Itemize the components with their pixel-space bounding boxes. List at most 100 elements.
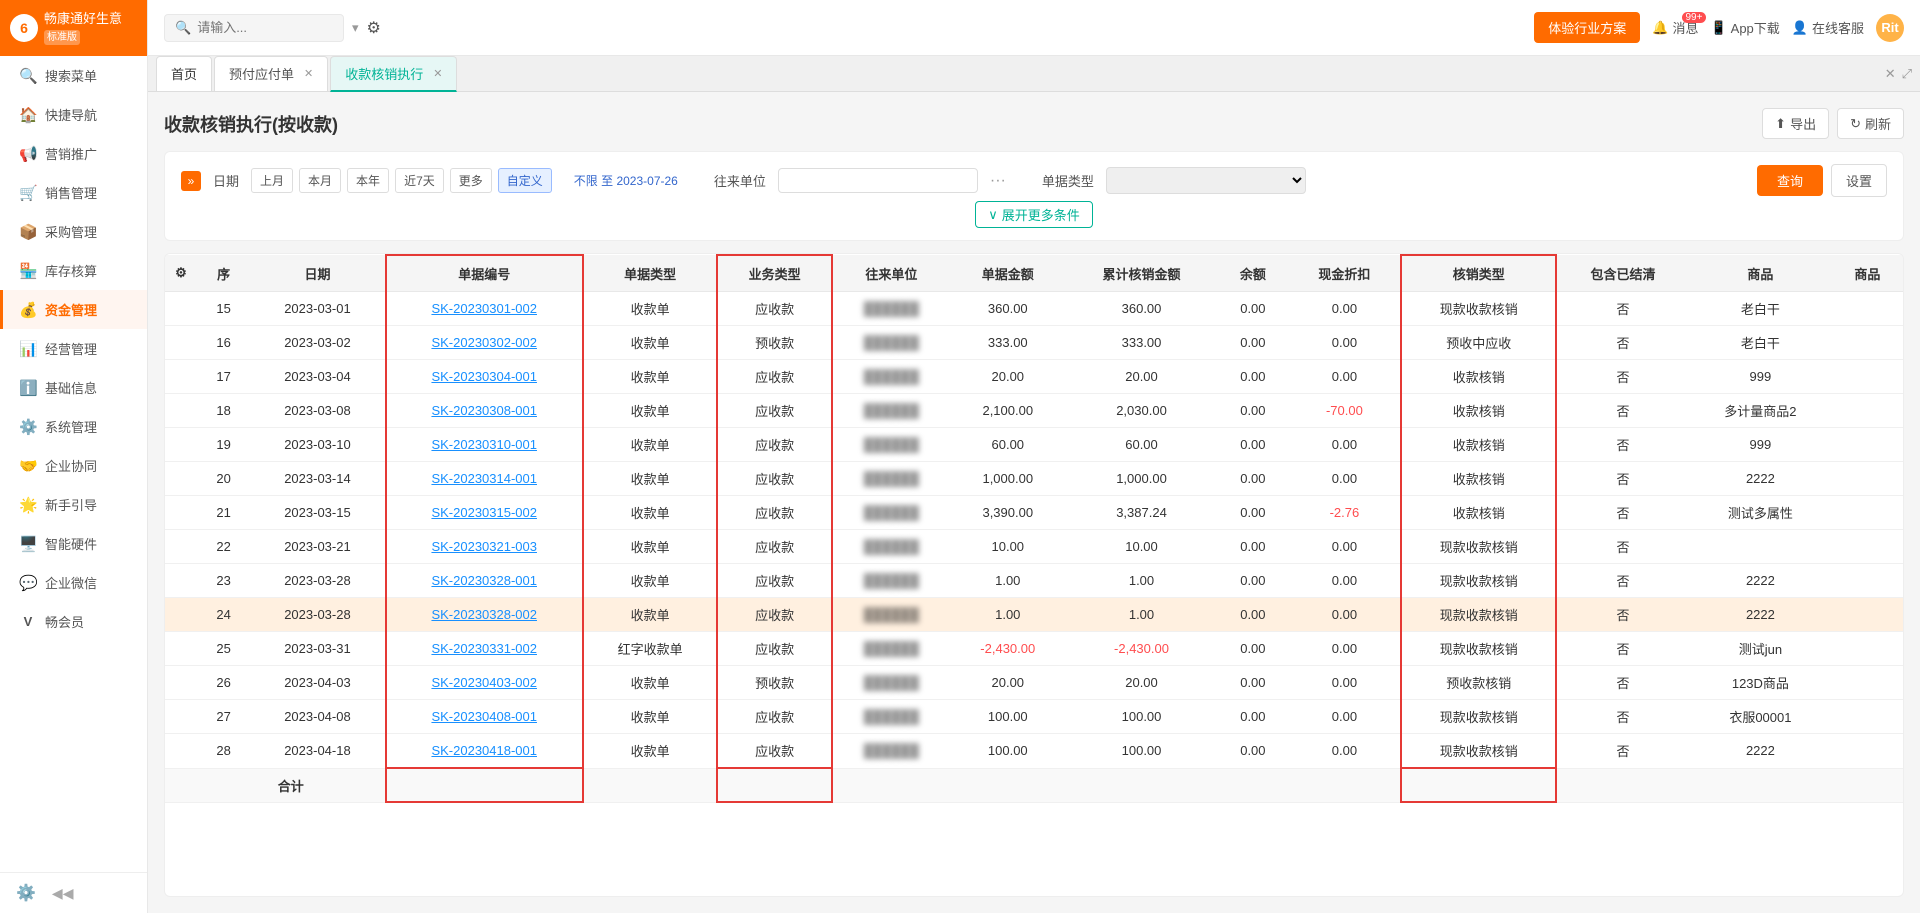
online-service-item[interactable]: 👤 在线客服 — [1792, 18, 1864, 37]
col-settings[interactable]: ⚙ — [165, 255, 197, 292]
sidebar-item-finance[interactable]: 💰 资金管理 — [0, 290, 147, 329]
chevron-down-icon: ∨ — [988, 207, 998, 223]
sidebar-item-guide[interactable]: 🌟 新手引导 — [0, 485, 147, 524]
table-row: 19 2023-03-10 SK-20230310-001 收款单 应收款 ██… — [165, 428, 1903, 462]
sidebar-item-label: 库存核算 — [45, 261, 97, 280]
doc-no-link[interactable]: SK-20230418-001 — [431, 743, 537, 758]
logo-badge: 标准版 — [44, 30, 80, 45]
table-row: 17 2023-03-04 SK-20230304-001 收款单 应收款 ██… — [165, 360, 1903, 394]
sidebar-item-sales[interactable]: 🛒 销售管理 — [0, 173, 147, 212]
this-year-btn[interactable]: 本年 — [347, 168, 389, 193]
hardware-icon: 🖥️ — [19, 535, 37, 553]
tab-prepay-close[interactable]: ✕ — [304, 67, 313, 80]
search-input[interactable] — [197, 20, 317, 35]
doc-no-link[interactable]: SK-20230331-002 — [431, 641, 537, 656]
notification-item[interactable]: 🔔 消息 99+ — [1652, 18, 1698, 37]
doc-no-link[interactable]: SK-20230328-001 — [431, 573, 537, 588]
doc-no-link[interactable]: SK-20230310-001 — [431, 437, 537, 452]
sidebar-item-operations[interactable]: 📊 经营管理 — [0, 329, 147, 368]
doc-no-link[interactable]: SK-20230302-002 — [431, 335, 537, 350]
sidebar-item-vip[interactable]: V 畅会员 — [0, 602, 147, 641]
tab-home[interactable]: 首页 — [156, 56, 212, 92]
sidebar-item-search[interactable]: 🔍 搜索菜单 — [0, 56, 147, 95]
doc-no-link[interactable]: SK-20230304-001 — [431, 369, 537, 384]
col-amount: 单据金额 — [950, 255, 1066, 292]
refresh-icon: ↻ — [1850, 116, 1861, 132]
app-download-item[interactable]: 📱 App下载 — [1710, 18, 1779, 37]
refresh-button[interactable]: ↻ 刷新 — [1837, 108, 1904, 139]
tab-prepay[interactable]: 预付应付单 ✕ — [214, 56, 328, 92]
doc-no-link[interactable]: SK-20230308-001 — [431, 403, 537, 418]
sidebar-item-label: 新手引导 — [45, 495, 97, 514]
expand-more-btn[interactable]: ∨ 展开更多条件 — [975, 201, 1093, 228]
sidebar-item-enterprise[interactable]: 🤝 企业协同 — [0, 446, 147, 485]
sidebar-item-label: 快捷导航 — [45, 105, 97, 124]
collapse-icon[interactable]: ◀◀ — [52, 885, 74, 902]
sales-icon: 🛒 — [19, 184, 37, 202]
sidebar-item-purchase[interactable]: 📦 采购管理 — [0, 212, 147, 251]
doc-no-link[interactable]: SK-20230314-001 — [431, 471, 537, 486]
tab-collection-close[interactable]: ✕ — [433, 67, 442, 80]
system-icon: ⚙️ — [19, 418, 37, 436]
doc-type-select[interactable]: 收款单 红字收款单 — [1106, 167, 1306, 194]
table-settings-icon[interactable]: ⚙ — [175, 265, 187, 280]
sidebar-item-system[interactable]: ⚙️ 系统管理 — [0, 407, 147, 446]
sidebar-item-hardware[interactable]: 🖥️ 智能硬件 — [0, 524, 147, 563]
query-button[interactable]: 查询 — [1757, 165, 1823, 196]
user-avatar[interactable]: Rit — [1876, 14, 1904, 42]
notification-badge: 99+ — [1682, 12, 1707, 23]
table-row: 22 2023-03-21 SK-20230321-003 收款单 应收款 ██… — [165, 530, 1903, 564]
dropdown-arrow-icon[interactable]: ▾ — [352, 20, 359, 36]
more-btn[interactable]: 更多 — [450, 168, 492, 193]
partner-dots[interactable]: ··· — [990, 172, 1006, 190]
col-balance: 余额 — [1217, 255, 1288, 292]
close-win-icon[interactable]: ✕ — [1885, 66, 1896, 82]
filter-expand-toggle[interactable]: » — [181, 171, 201, 191]
doc-no-link[interactable]: SK-20230408-001 — [431, 709, 537, 724]
filter-area: » 日期 上月 本月 本年 近7天 更多 自定义 不限 至 2023-07-26… — [164, 151, 1904, 241]
col-cash-discount: 现金折扣 — [1288, 255, 1401, 292]
doc-no-link[interactable]: SK-20230301-002 — [431, 301, 537, 316]
doc-no-link[interactable]: SK-20230328-002 — [431, 607, 537, 622]
settings-bottom-icon[interactable]: ⚙️ — [16, 883, 36, 903]
sidebar-item-quick-nav[interactable]: 🏠 快捷导航 — [0, 95, 147, 134]
data-table: ⚙ 序 日期 单据编号 单据类型 业务类型 往来单位 单据金额 累计核销金额 余… — [165, 254, 1903, 803]
partner-input[interactable] — [778, 168, 978, 193]
logo-icon: 6 — [10, 14, 38, 42]
sidebar-item-marketing[interactable]: 📢 营销推广 — [0, 134, 147, 173]
doc-no-link[interactable]: SK-20230315-002 — [431, 505, 537, 520]
doc-no-link[interactable]: SK-20230403-002 — [431, 675, 537, 690]
solution-button[interactable]: 体验行业方案 — [1534, 12, 1640, 43]
content: 收款核销执行(按收款) ⬆ 导出 ↻ 刷新 » 日期 上月 本月 — [148, 92, 1920, 913]
sidebar-item-basics[interactable]: ℹ️ 基础信息 — [0, 368, 147, 407]
marketing-icon: 📢 — [19, 145, 37, 163]
col-doc-no: 单据编号 — [386, 255, 583, 292]
topbar-icon-group: 🔔 消息 99+ 📱 App下载 👤 在线客服 Rit — [1652, 14, 1904, 42]
recent-7-btn[interactable]: 近7天 — [395, 168, 444, 193]
topbar-search-box[interactable]: 🔍 — [164, 14, 344, 42]
sidebar-item-inventory[interactable]: 🏪 库存核算 — [0, 251, 147, 290]
set-button[interactable]: 设置 — [1831, 164, 1887, 197]
app-download-label: App下载 — [1731, 18, 1780, 37]
inventory-icon: 🏪 — [19, 262, 37, 280]
doc-no-link[interactable]: SK-20230321-003 — [431, 539, 537, 554]
page-title: 收款核销执行(按收款) — [164, 111, 338, 137]
export-button[interactable]: ⬆ 导出 — [1762, 108, 1829, 139]
footer-label: 合计 — [197, 768, 386, 802]
maximize-icon[interactable]: ⤢ — [1902, 66, 1912, 82]
sidebar-menu: 🔍 搜索菜单 🏠 快捷导航 📢 营销推广 🛒 销售管理 📦 采购管理 🏪 库存核… — [0, 56, 147, 872]
this-month-btn[interactable]: 本月 — [299, 168, 341, 193]
enterprise-icon: 🤝 — [19, 457, 37, 475]
date-range-display: 不限 至 2023-07-26 — [574, 172, 678, 189]
sidebar-bottom: ⚙️ ◀◀ — [0, 872, 147, 913]
col-goods2: 商品 — [1832, 255, 1903, 292]
tab-collection[interactable]: 收款核销执行 ✕ — [330, 56, 457, 92]
custom-btn[interactable]: 自定义 — [498, 168, 552, 193]
topbar-gear-icon[interactable]: ⚙ — [367, 18, 381, 38]
search-icon: 🔍 — [19, 67, 37, 85]
last-month-btn[interactable]: 上月 — [251, 168, 293, 193]
sidebar-item-label: 系统管理 — [45, 417, 97, 436]
sidebar-item-wechat[interactable]: 💬 企业微信 — [0, 563, 147, 602]
sidebar-item-label: 企业协同 — [45, 456, 97, 475]
sidebar: 6 畅康通好生意 标准版 🔍 搜索菜单 🏠 快捷导航 📢 营销推广 🛒 销售管理… — [0, 0, 148, 913]
